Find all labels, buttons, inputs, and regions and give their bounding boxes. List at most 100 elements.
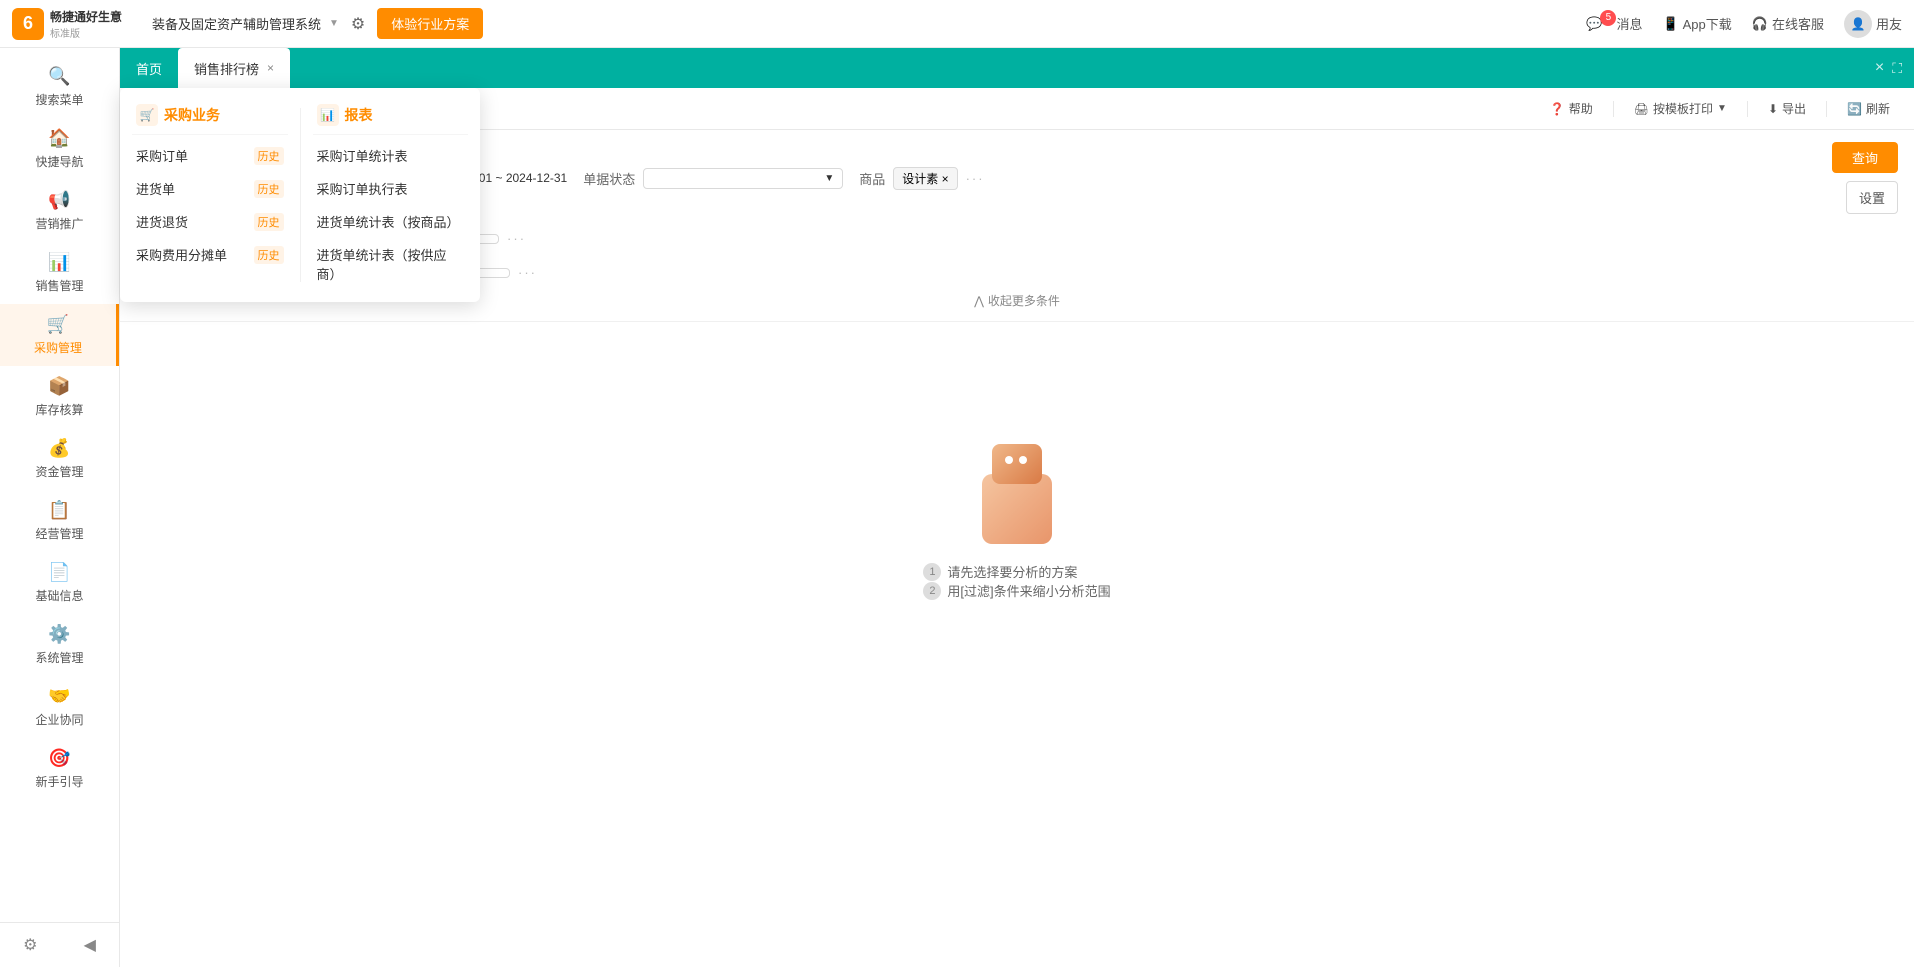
setting-button[interactable]: 设置: [1846, 181, 1898, 214]
logo-area: 6 畅捷通好生意 标准版: [12, 8, 132, 40]
sidebar-item-marketing[interactable]: 📢 营销推广: [0, 180, 119, 242]
sidebar-item-label: 经营管理: [35, 525, 83, 542]
sidebar-item-system[interactable]: ⚙️ 系统管理: [0, 614, 119, 676]
online-service-item[interactable]: 🎧 在线客服: [1752, 14, 1824, 33]
filter-goods-label: 商品: [859, 169, 885, 188]
goods-tag-value: 设计素 ×: [902, 170, 948, 187]
menu-item-purchase-order[interactable]: 采购订单 历史: [132, 139, 288, 172]
basic-icon: 📄: [48, 562, 70, 583]
menu-col-purchase-title: 采购业务: [164, 105, 220, 125]
export-label: 导出: [1782, 100, 1806, 117]
user-label: 用友: [1876, 14, 1902, 33]
print-dropdown-arrow[interactable]: ▼: [1717, 103, 1727, 114]
logo-subtitle: 标准版: [50, 25, 122, 40]
collapse-button[interactable]: ⋀ 收起更多条件: [974, 292, 1060, 309]
sidebar-item-quick[interactable]: 🏠 快捷导航: [0, 118, 119, 180]
menu-item-purchase-order-stat[interactable]: 采购订单统计表: [313, 139, 469, 172]
app-download-label: App下载: [1683, 14, 1732, 33]
sidebar-item-label: 资金管理: [35, 463, 83, 480]
finance-icon: 💰: [48, 438, 70, 459]
empty-step-1: 1 请先选择要分析的方案: [923, 562, 1110, 581]
menu-item-inbound-stat-supplier[interactable]: 进货单统计表（按供应商）: [313, 238, 469, 290]
step-2-text: 用[过滤]条件来缩小分析范围: [947, 581, 1110, 600]
filter-customer-dots[interactable]: ···: [518, 265, 537, 280]
logo-text-block: 畅捷通好生意 标准版: [50, 8, 122, 40]
menu-col-reports: 📊 报表 采购订单统计表 采购订单执行表 进货单统计表（按商品）: [301, 100, 481, 290]
tab-bar-close-icon[interactable]: ×: [1875, 59, 1884, 77]
sidebar-collapse-icon[interactable]: ◀: [84, 935, 96, 955]
tab-home[interactable]: 首页: [120, 48, 178, 88]
sidebar-item-search[interactable]: 🔍 搜索菜单: [0, 56, 119, 118]
logo-icon: 6: [12, 8, 44, 40]
help-button[interactable]: ❓ 帮助: [1542, 96, 1601, 121]
enterprise-icon: 🤝: [48, 686, 70, 707]
refresh-button[interactable]: 🔄 刷新: [1839, 96, 1898, 121]
sidebar-item-sales[interactable]: 📊 销售管理: [0, 242, 119, 304]
logo-title: 畅捷通好生意: [50, 8, 122, 25]
dropdown-menu: 🛒 采购业务 采购订单 历史 进货单 历史 进货退货: [120, 88, 480, 302]
menu-item-inbound-stat-goods[interactable]: 进货单统计表（按商品）: [313, 205, 469, 238]
toolbar-divider-2: [1747, 101, 1748, 117]
sidebar-settings-icon[interactable]: ⚙: [23, 935, 37, 955]
filter-status-control[interactable]: ▼: [643, 168, 843, 189]
print-button[interactable]: 🖨 按模板打印 ▼: [1626, 96, 1735, 121]
system-title: 装备及固定资产辅助管理系统: [152, 14, 321, 33]
sidebar-item-operations[interactable]: 📋 经营管理: [0, 490, 119, 552]
hist-badge: 历史: [254, 180, 284, 198]
sidebar-item-inventory[interactable]: 📦 库存核算: [0, 366, 119, 428]
toolbar-divider-1: [1613, 101, 1614, 117]
hist-badge: 历史: [254, 246, 284, 264]
menu-item-label: 采购费用分摊单: [136, 245, 227, 264]
menu-item-return[interactable]: 进货退货 历史: [132, 205, 288, 238]
phone-icon: 📱: [1662, 16, 1678, 32]
settings-gear-icon[interactable]: ⚙: [351, 14, 365, 34]
menu-item-label: 进货单统计表（按供应商）: [317, 245, 465, 283]
menu-col-reports-header: 📊 报表: [313, 100, 469, 135]
menu-item-expense[interactable]: 采购费用分摊单 历史: [132, 238, 288, 271]
menu-item-label: 采购订单: [136, 146, 188, 165]
system-icon: ⚙️: [48, 624, 70, 645]
filter-status: 单据状态 ▼: [583, 168, 843, 189]
menu-item-purchase-order-exec[interactable]: 采购订单执行表: [313, 172, 469, 205]
user-item[interactable]: 👤 用友: [1844, 10, 1902, 38]
app-download-item[interactable]: 📱 App下载: [1662, 14, 1731, 33]
robot-head: [992, 444, 1042, 484]
menu-col-purchase: 🛒 采购业务 采购订单 历史 进货单 历史 进货退货: [120, 100, 300, 290]
refresh-label: 刷新: [1866, 100, 1890, 117]
export-button[interactable]: ⬇ 导出: [1760, 96, 1814, 121]
filter-goods-dots[interactable]: ···: [966, 171, 985, 186]
filter-salesperson-dots[interactable]: ···: [507, 231, 526, 246]
headset-icon: 🎧: [1752, 16, 1768, 32]
export-icon: ⬇: [1768, 102, 1778, 116]
content-area: 首页 销售排行榜 × 🛒 采购业务 采购订单: [120, 48, 1914, 967]
sidebar-item-enterprise[interactable]: 🤝 企业协同: [0, 676, 119, 738]
sidebar-item-purchase[interactable]: 🛒 采购管理: [0, 304, 119, 366]
inventory-icon: 📦: [48, 376, 70, 397]
tab-sales-rank[interactable]: 销售排行榜 ×: [178, 48, 290, 88]
menu-item-inbound[interactable]: 进货单 历史: [132, 172, 288, 205]
robot-body: [982, 474, 1052, 544]
filter-status-label: 单据状态: [583, 169, 635, 188]
filter-goods: 商品 设计素 × ···: [859, 167, 984, 190]
robot-eye-left: [1005, 456, 1013, 464]
sidebar-item-label: 基础信息: [35, 587, 83, 604]
system-dropdown-arrow[interactable]: ▼: [329, 18, 339, 29]
sidebar-item-basic[interactable]: 📄 基础信息: [0, 552, 119, 614]
sidebar-item-label: 快捷导航: [35, 153, 83, 170]
collapse-up-icon: ⋀: [974, 294, 984, 308]
robot-eye-right: [1019, 456, 1027, 464]
tab-bar-expand-icon[interactable]: ⛶: [1892, 60, 1902, 77]
query-button[interactable]: 查询: [1832, 142, 1898, 173]
menu-col-purchase-header: 🛒 采购业务: [132, 100, 288, 135]
notifications-item[interactable]: 💬 5 消息: [1586, 14, 1642, 33]
sidebar-item-finance[interactable]: 💰 资金管理: [0, 428, 119, 490]
hist-badge: 历史: [254, 147, 284, 165]
top-header: 6 畅捷通好生意 标准版 装备及固定资产辅助管理系统 ▼ ⚙ 体验行业方案 💬 …: [0, 0, 1914, 48]
sidebar-item-guide[interactable]: 🎯 新手引导: [0, 738, 119, 800]
guide-icon: 🎯: [48, 748, 70, 769]
filter-goods-tag: 设计素 ×: [893, 167, 957, 190]
sidebar-bottom: ⚙ ◀: [0, 922, 119, 967]
tab-close-icon[interactable]: ×: [267, 61, 274, 75]
sidebar-item-label: 库存核算: [35, 401, 83, 418]
trial-button[interactable]: 体验行业方案: [377, 8, 483, 39]
